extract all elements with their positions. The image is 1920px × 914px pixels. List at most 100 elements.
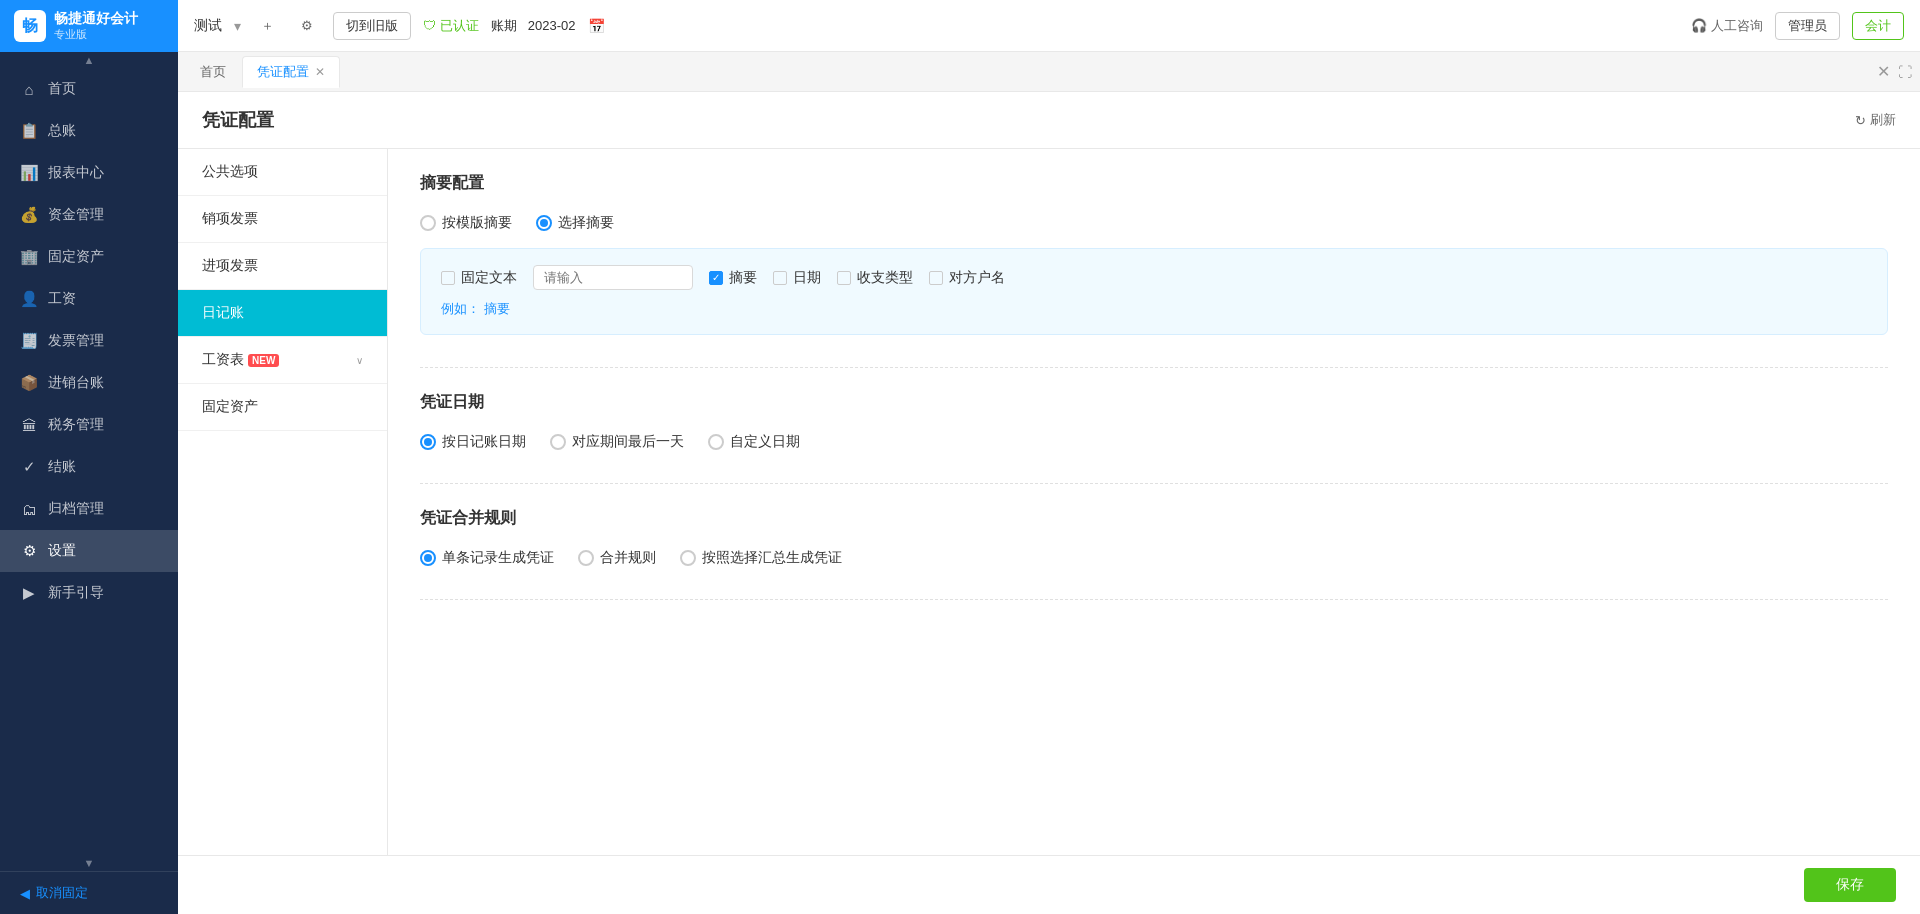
sidebar-item-settings[interactable]: ⚙ 设置 (0, 530, 178, 572)
period-last-radio-circle (550, 434, 566, 450)
template-radio-circle (420, 215, 436, 231)
tab-close-icon[interactable]: ✕ (315, 65, 325, 79)
new-badge: NEW (248, 354, 279, 367)
close-window-button[interactable]: ✕ (1877, 62, 1890, 81)
counterpart-checkbox[interactable]: 对方户名 (929, 269, 1005, 287)
trade-icon: 📦 (20, 374, 38, 392)
add-button[interactable]: ＋ (253, 12, 281, 40)
payroll-icon: 👤 (20, 290, 38, 308)
footer: 保存 (178, 855, 1920, 914)
sidebar-item-label: 归档管理 (48, 500, 104, 518)
switch-version-button[interactable]: 切到旧版 (333, 12, 411, 40)
capital-icon: 💰 (20, 206, 38, 224)
sidebar-item-home[interactable]: ⌂ 首页 (0, 68, 178, 110)
merge-section-title: 凭证合并规则 (420, 508, 1888, 529)
sidebar-item-label: 进销台账 (48, 374, 104, 392)
sidebar-item-trade[interactable]: 📦 进销台账 (0, 362, 178, 404)
left-nav-fixed-assets[interactable]: 固定资产 (178, 384, 387, 431)
summary-template-option[interactable]: 按模版摘要 (420, 214, 512, 232)
logo-icon: 畅 (14, 10, 46, 42)
single-option[interactable]: 单条记录生成凭证 (420, 549, 554, 567)
role-button[interactable]: 会计 (1852, 12, 1904, 40)
sidebar-item-tax[interactable]: 🏛 税务管理 (0, 404, 178, 446)
scroll-down[interactable]: ▼ (0, 855, 178, 871)
sidebar-item-capital[interactable]: 💰 资金管理 (0, 194, 178, 236)
refresh-button[interactable]: ↻ 刷新 (1855, 111, 1896, 129)
user-button[interactable]: 管理员 (1775, 12, 1840, 40)
sidebar-item-label: 税务管理 (48, 416, 104, 434)
journal-date-option[interactable]: 按日记账日期 (420, 433, 526, 451)
left-nav-journal[interactable]: 日记账 (178, 290, 387, 337)
journal-date-radio-circle (420, 434, 436, 450)
select-merge-option[interactable]: 按照选择汇总生成凭证 (680, 549, 842, 567)
sidebar-item-assets[interactable]: 🏢 固定资产 (0, 236, 178, 278)
home-icon: ⌂ (20, 81, 38, 98)
sidebar-item-ledger[interactable]: 📋 总账 (0, 110, 178, 152)
settings-button[interactable]: ⚙ (293, 12, 321, 40)
sidebar-item-label: 设置 (48, 542, 76, 560)
topbar: 测试 ▾ ＋ ⚙ 切到旧版 🛡 已认证 账期 2023-02 📅 🎧 人工咨询 … (178, 0, 1920, 52)
left-nav-public[interactable]: 公共选项 (178, 149, 387, 196)
headset-icon: 🎧 (1691, 18, 1707, 33)
custom-date-option[interactable]: 自定义日期 (708, 433, 800, 451)
sidebar-item-label: 首页 (48, 80, 76, 98)
period-last-option[interactable]: 对应期间最后一天 (550, 433, 684, 451)
sidebar-item-label: 报表中心 (48, 164, 104, 182)
left-nav-sales-invoice[interactable]: 销项发票 (178, 196, 387, 243)
service-button[interactable]: 🎧 人工咨询 (1691, 17, 1763, 35)
cancel-fixed-btn[interactable]: ◀ 取消固定 (0, 871, 178, 914)
ledger-icon: 📋 (20, 122, 38, 140)
divider-2 (420, 483, 1888, 484)
tab-voucher-config[interactable]: 凭证配置 ✕ (242, 56, 340, 88)
save-button[interactable]: 保存 (1804, 868, 1896, 902)
sidebar-item-label: 工资 (48, 290, 76, 308)
settings-icon: ⚙ (20, 542, 38, 560)
tab-voucher-config-label: 凭证配置 (257, 63, 309, 81)
page-header: 凭证配置 ↻ 刷新 (178, 92, 1920, 149)
date-checkbox-box (773, 271, 787, 285)
sidebar-item-invoice[interactable]: 🧾 发票管理 (0, 320, 178, 362)
single-radio-circle (420, 550, 436, 566)
summary-radio-group: 按模版摘要 选择摘要 (420, 214, 1888, 232)
right-content: 摘要配置 按模版摘要 选择摘要 (388, 149, 1920, 855)
content-area: 凭证配置 ↻ 刷新 公共选项 销项发票 进项发票 日记账 工资表NEW ∨ (178, 92, 1920, 914)
sidebar-item-closing[interactable]: ✓ 结账 (0, 446, 178, 488)
tab-home[interactable]: 首页 (186, 56, 240, 88)
date-radio-group: 按日记账日期 对应期间最后一天 自定义日期 (420, 433, 1888, 451)
divider-1 (420, 367, 1888, 368)
company-name: 测试 (194, 17, 222, 35)
tab-home-label: 首页 (200, 63, 226, 81)
tabbar-right: ✕ ⛶ (1877, 62, 1912, 81)
sidebar-item-archive[interactable]: 🗂 归档管理 (0, 488, 178, 530)
sidebar-item-report[interactable]: 📊 报表中心 (0, 152, 178, 194)
company-chevron-icon[interactable]: ▾ (234, 18, 241, 34)
verified-badge: 🛡 已认证 (423, 17, 479, 35)
summary-select-option[interactable]: 选择摘要 (536, 214, 614, 232)
scroll-up[interactable]: ▲ (0, 52, 178, 68)
date-checkbox[interactable]: 日期 (773, 269, 821, 287)
refresh-icon: ↻ (1855, 113, 1866, 128)
left-nav: 公共选项 销项发票 进项发票 日记账 工资表NEW ∨ 固定资产 (178, 149, 388, 855)
fixed-text-checkbox[interactable]: 固定文本 (441, 269, 517, 287)
calendar-icon[interactable]: 📅 (588, 18, 605, 34)
sidebar: 畅 畅捷通好会计 专业版 ▲ ⌂ 首页 📋 总账 📊 报表中心 💰 资金管理 🏢… (0, 0, 178, 914)
income-type-checkbox[interactable]: 收支类型 (837, 269, 913, 287)
date-section: 凭证日期 按日记账日期 对应期间最后一天 自定义日期 (420, 392, 1888, 451)
sidebar-item-payroll[interactable]: 👤 工资 (0, 278, 178, 320)
sidebar-item-label: 发票管理 (48, 332, 104, 350)
pin-icon: ◀ (20, 886, 30, 901)
income-type-checkbox-box (837, 271, 851, 285)
summary-checkbox-box (709, 271, 723, 285)
left-nav-payroll-table[interactable]: 工资表NEW ∨ (178, 337, 387, 384)
sidebar-item-label: 结账 (48, 458, 76, 476)
select-radio-circle (536, 215, 552, 231)
sidebar-item-label: 资金管理 (48, 206, 104, 224)
sidebar-item-guide[interactable]: ▶ 新手引导 (0, 572, 178, 614)
merge-rules-option[interactable]: 合并规则 (578, 549, 656, 567)
report-icon: 📊 (20, 164, 38, 182)
sidebar-item-label: 新手引导 (48, 584, 104, 602)
fixed-text-input[interactable] (533, 265, 693, 290)
fullscreen-button[interactable]: ⛶ (1898, 64, 1912, 80)
left-nav-purchase-invoice[interactable]: 进项发票 (178, 243, 387, 290)
summary-checkbox[interactable]: 摘要 (709, 269, 757, 287)
